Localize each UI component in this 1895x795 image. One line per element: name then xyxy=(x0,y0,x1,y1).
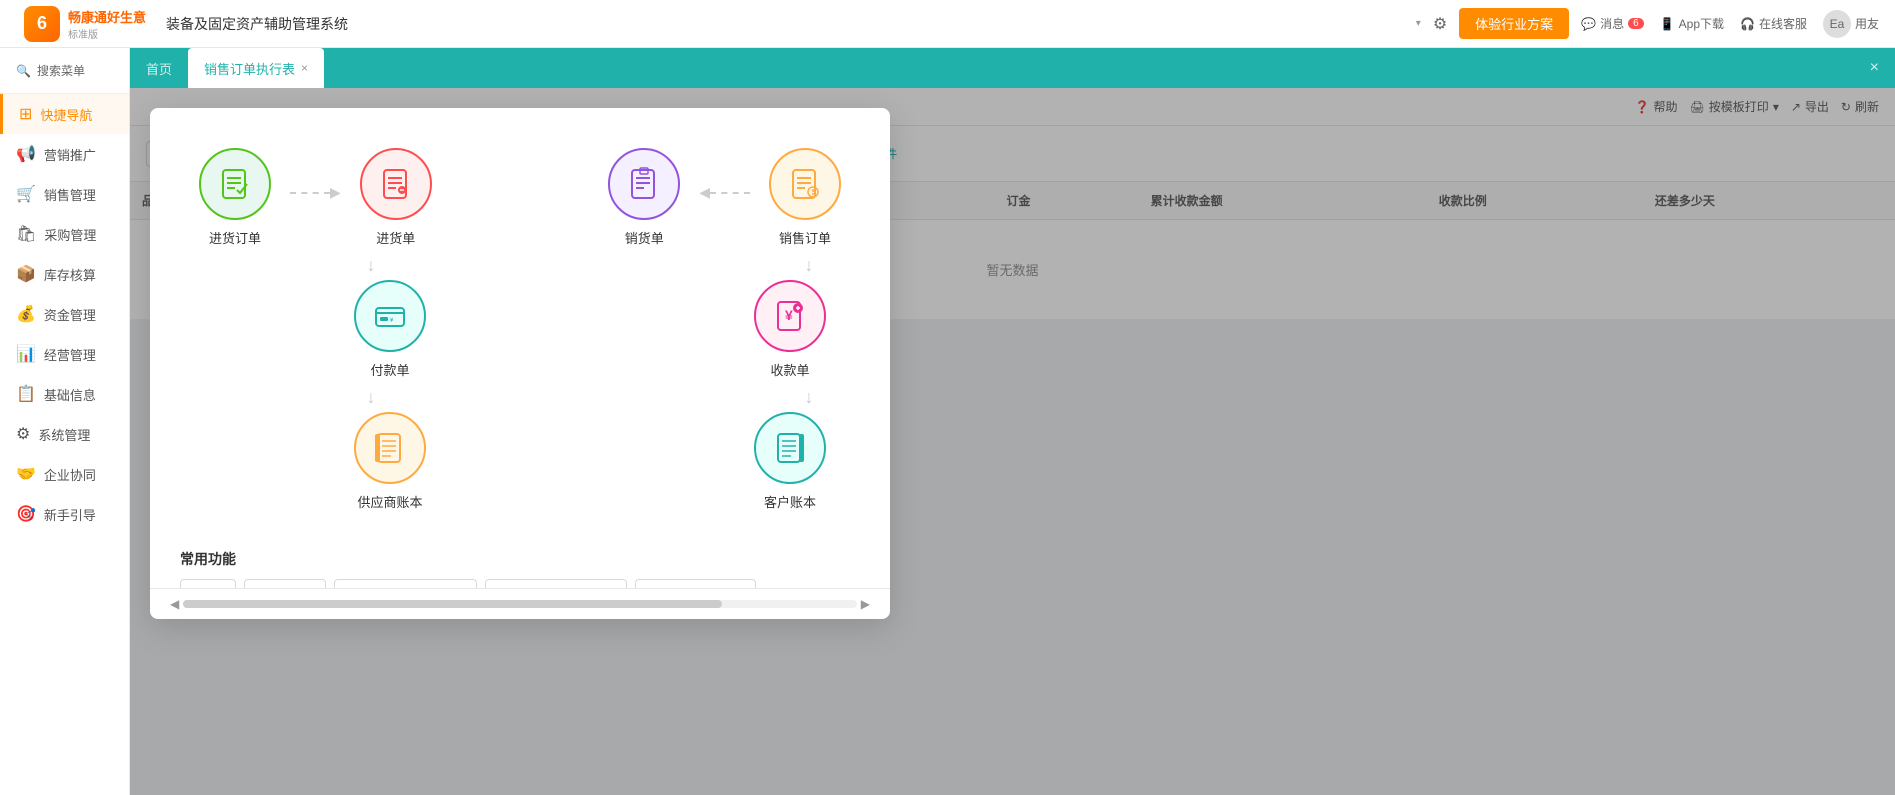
node-purchase-order[interactable]: 进货订单 xyxy=(180,148,290,247)
sidebar-search: 🔍 搜索菜单 xyxy=(0,48,129,94)
logo-icon: 6 xyxy=(24,6,60,42)
sidebar-item-sales[interactable]: 🛒 销售管理 xyxy=(0,174,129,214)
node-payment-slip[interactable]: ¥ 付款单 xyxy=(335,280,445,379)
node-sales-order[interactable]: 销售订单 xyxy=(750,148,860,247)
tab-close-icon[interactable]: × xyxy=(301,61,308,75)
beginner-icon: 🎯 xyxy=(16,504,36,524)
modal-scroll[interactable]: 进货订单 ▶ xyxy=(150,108,890,588)
marketing-icon: 📢 xyxy=(16,144,36,164)
finance-icon: 💰 xyxy=(16,304,36,324)
label-purchase-slip: 进货单 xyxy=(376,228,415,247)
top-bar: 6 畅康通好生意 标准版 装备及固定资产辅助管理系统 ▾ ⚙ 体验行业方案 💬 … xyxy=(0,0,1895,48)
circle-customer-ledger xyxy=(754,412,826,484)
sidebar-item-finance[interactable]: 💰 资金管理 xyxy=(0,294,129,334)
message-icon: 💬 xyxy=(1581,17,1596,31)
circle-supplier-ledger xyxy=(354,412,426,484)
common-btn-stock-status[interactable]: 现存量(库存状况表) xyxy=(334,579,477,588)
message-btn[interactable]: 💬 消息 6 xyxy=(1581,15,1644,32)
scroll-right-arrow[interactable]: ▶ xyxy=(857,597,874,611)
circle-sales-slip xyxy=(608,148,680,220)
system-dropdown-icon[interactable]: ▾ xyxy=(1416,18,1421,29)
tab-sales-order[interactable]: 销售订单执行表 × xyxy=(188,48,324,88)
logo-title: 畅康通好生意 xyxy=(68,7,146,26)
modal-box: 进货订单 ▶ xyxy=(150,108,890,619)
app-download-btn[interactable]: 📱 App下载 xyxy=(1660,15,1724,32)
inventory-icon: 📦 xyxy=(16,264,36,284)
modal-overlay[interactable]: 进货订单 ▶ xyxy=(130,88,1895,795)
circle-receipt-slip: ¥ xyxy=(754,280,826,352)
sidebar-item-marketing[interactable]: 📢 营销推广 xyxy=(0,134,129,174)
label-purchase-order: 进货订单 xyxy=(209,228,261,247)
message-badge: 6 xyxy=(1628,18,1644,29)
common-btn-sales-profit[interactable]: 销售毛利分析表 xyxy=(635,579,756,588)
flow-section: 进货订单 ▶ xyxy=(180,128,860,539)
common-btn-product[interactable]: 商品 xyxy=(180,579,236,588)
logo-area: 6 畅康通好生意 标准版 xyxy=(16,6,154,42)
sidebar-item-purchase[interactable]: 🛍 采购管理 xyxy=(0,214,129,254)
experience-btn[interactable]: 体验行业方案 xyxy=(1459,8,1569,39)
label-receipt-slip: 收款单 xyxy=(770,360,809,379)
common-section: 常用功能 商品 往来单位 现存量(库存状况表) 现存量(库存分布表) 销售毛利分… xyxy=(180,539,860,588)
tab-home[interactable]: 首页 xyxy=(130,48,188,88)
tab-bar-close-icon[interactable]: × xyxy=(1870,59,1879,77)
sidebar-item-base-info[interactable]: 📋 基础信息 xyxy=(0,374,129,414)
app-container: 6 畅康通好生意 标准版 装备及固定资产辅助管理系统 ▾ ⚙ 体验行业方案 💬 … xyxy=(0,0,1895,795)
purchase-icon: 🛍 xyxy=(16,224,36,244)
node-receipt-slip[interactable]: ¥ 收款单 xyxy=(735,280,845,379)
common-title: 常用功能 xyxy=(180,549,860,569)
settings-icon[interactable]: ⚙ xyxy=(1433,14,1447,34)
user-menu[interactable]: Ea 用友 xyxy=(1823,10,1879,38)
search-icon: 🔍 xyxy=(16,64,31,78)
common-btn-partner[interactable]: 往来单位 xyxy=(244,579,326,588)
system-title: 装备及固定资产辅助管理系统 xyxy=(166,14,1404,34)
scroll-track[interactable] xyxy=(183,600,857,608)
scroll-thumb xyxy=(183,600,722,608)
avatar: Ea xyxy=(1823,10,1851,38)
main-area: 🔍 搜索菜单 ⊞ 快捷导航 📢 营销推广 🛒 销售管理 🛍 采购管理 xyxy=(0,48,1895,795)
system-icon: ⚙ xyxy=(16,424,30,444)
logo-text: 畅康通好生意 标准版 xyxy=(68,7,146,41)
quick-nav-icon: ⊞ xyxy=(19,104,32,124)
content-area: 首页 销售订单执行表 × × ❓ 帮助 🖨 xyxy=(130,48,1895,795)
sidebar-item-inventory[interactable]: 📦 库存核算 xyxy=(0,254,129,294)
modal-footer: ◀ ▶ xyxy=(150,588,890,619)
download-icon: 📱 xyxy=(1660,17,1675,31)
sidebar-item-operations[interactable]: 📊 经营管理 xyxy=(0,334,129,374)
sidebar-item-system[interactable]: ⚙ 系统管理 xyxy=(0,414,129,454)
sidebar-item-beginner[interactable]: 🎯 新手引导 xyxy=(0,494,129,534)
scroll-left-arrow[interactable]: ◀ xyxy=(166,597,183,611)
operations-icon: 📊 xyxy=(16,344,36,364)
label-supplier-ledger: 供应商账本 xyxy=(357,492,422,511)
base-info-icon: 📋 xyxy=(16,384,36,404)
svg-text:¥: ¥ xyxy=(390,318,394,324)
node-customer-ledger[interactable]: 客户账本 xyxy=(735,412,845,511)
page-content: ❓ 帮助 🖨 按模板打印 ▾ ↗ 导出 ↻ 刷新 xyxy=(130,88,1895,795)
node-sales-slip[interactable]: 销货单 xyxy=(589,148,699,247)
enterprise-icon: 🤝 xyxy=(16,464,36,484)
sidebar: 🔍 搜索菜单 ⊞ 快捷导航 📢 营销推广 🛒 销售管理 🛍 采购管理 xyxy=(0,48,130,795)
tab-bar: 首页 销售订单执行表 × × xyxy=(130,48,1895,88)
online-service-btn[interactable]: 🎧 在线客服 xyxy=(1740,15,1807,32)
service-icon: 🎧 xyxy=(1740,17,1755,31)
label-customer-ledger: 客户账本 xyxy=(764,492,816,511)
label-payment-slip: 付款单 xyxy=(370,360,409,379)
top-actions: 💬 消息 6 📱 App下载 🎧 在线客服 Ea 用友 xyxy=(1581,10,1879,38)
common-btn-stock-dist[interactable]: 现存量(库存分布表) xyxy=(485,579,628,588)
sidebar-item-quick-nav[interactable]: ⊞ 快捷导航 xyxy=(0,94,129,134)
circle-payment-slip: ¥ xyxy=(354,280,426,352)
circle-sales-order xyxy=(769,148,841,220)
label-sales-slip: 销货单 xyxy=(625,228,664,247)
logo-subtitle: 标准版 xyxy=(68,26,146,41)
common-btns: 商品 往来单位 现存量(库存状况表) 现存量(库存分布表) 销售毛利分析表 商品… xyxy=(180,579,860,588)
sales-icon: 🛒 xyxy=(16,184,36,204)
node-purchase-slip[interactable]: 进货单 xyxy=(341,148,451,247)
sidebar-item-enterprise[interactable]: 🤝 企业协同 xyxy=(0,454,129,494)
search-menu-btn[interactable]: 🔍 搜索菜单 xyxy=(8,56,121,85)
svg-text:¥: ¥ xyxy=(785,307,793,323)
circle-purchase-order xyxy=(199,148,271,220)
label-sales-order: 销售订单 xyxy=(779,228,831,247)
node-supplier-ledger[interactable]: 供应商账本 xyxy=(335,412,445,511)
circle-purchase-slip xyxy=(360,148,432,220)
